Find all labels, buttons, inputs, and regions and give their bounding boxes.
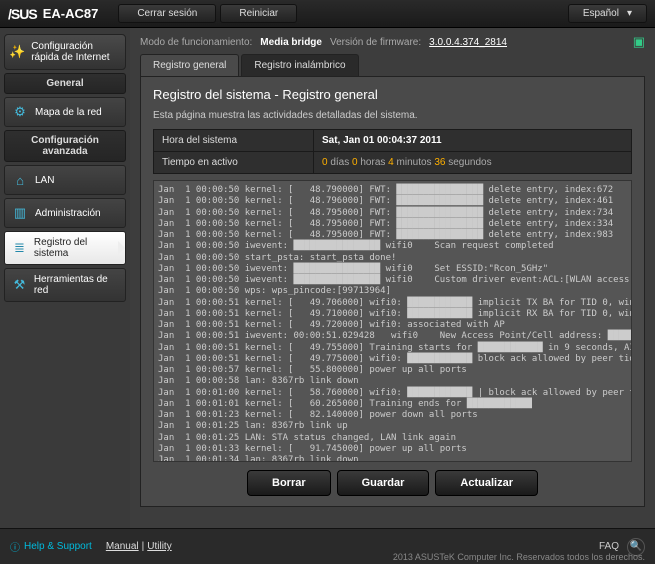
tabs: Registro general Registro inalámbrico [140, 54, 645, 77]
sidebar-item-admin[interactable]: ▥ Administración [4, 198, 126, 228]
model-name: EA-AC87 [43, 6, 99, 21]
sidebar: ✨ Configuración rápida de Internet Gener… [0, 28, 130, 528]
utility-link[interactable]: Utility [147, 541, 171, 552]
network-icon: ⚙ [11, 103, 29, 121]
sidebar-item-networkmap[interactable]: ⚙ Mapa de la red [4, 97, 126, 127]
mode-label: Modo de funcionamiento: [140, 37, 252, 48]
faq-link[interactable]: FAQ [599, 541, 619, 552]
settings-icon[interactable]: ▣ [633, 34, 645, 50]
brand-logo: /SUS [8, 6, 37, 22]
table-row: Hora del sistema Sat, Jan 01 00:04:37 20… [154, 130, 632, 152]
log-icon: ≣ [11, 239, 28, 257]
tab-general-log[interactable]: Registro general [140, 54, 239, 76]
copyright: 2013 ASUSTeK Computer Inc. Reservados to… [393, 552, 645, 562]
log-textarea[interactable]: Jan 1 00:00:50 kernel: [ 48.790000] FWT:… [153, 180, 632, 462]
clear-button[interactable]: Borrar [247, 470, 331, 496]
systime-label: Hora del sistema [154, 130, 314, 152]
section-general: General [4, 73, 126, 94]
section-advanced: Configuración avanzada [4, 130, 126, 162]
table-row: Tiempo en activo 0 días 0 horas 4 minuto… [154, 152, 632, 174]
info-table: Hora del sistema Sat, Jan 01 00:04:37 20… [153, 129, 632, 174]
header: /SUS EA-AC87 Cerrar sesión Reiniciar Esp… [0, 0, 655, 28]
chevron-down-icon: ▾ [627, 8, 632, 19]
help-link[interactable]: Help & Support [24, 541, 92, 552]
wand-icon: ✨ [9, 43, 25, 61]
save-button[interactable]: Guardar [337, 470, 430, 496]
uptime-value: 0 días 0 horas 4 minutos 36 segundos [314, 152, 632, 174]
home-icon: ⌂ [11, 171, 29, 189]
uptime-label: Tiempo en activo [154, 152, 314, 174]
help-icon: ⓘ [10, 539, 20, 554]
language-select[interactable]: Español▾ [568, 4, 647, 23]
logout-button[interactable]: Cerrar sesión [118, 4, 216, 23]
systime-value: Sat, Jan 01 00:04:37 2011 [314, 130, 632, 152]
fw-label: Versión de firmware: [330, 37, 421, 48]
tools-icon: ⚒ [11, 276, 28, 294]
doc-icon: ▥ [11, 204, 29, 222]
manual-link[interactable]: Manual [106, 541, 139, 552]
quick-internet-setup[interactable]: ✨ Configuración rápida de Internet [4, 34, 126, 70]
sidebar-item-lan[interactable]: ⌂ LAN [4, 165, 126, 195]
main-panel: Modo de funcionamiento: Media bridge Ver… [130, 28, 655, 528]
sidebar-item-nettools[interactable]: ⚒ Herramientas de red [4, 268, 126, 302]
page-desc: Esta página muestra las actividades deta… [153, 110, 632, 121]
fw-version[interactable]: 3.0.0.4.374_2814 [429, 37, 507, 48]
refresh-button[interactable]: Actualizar [435, 470, 538, 496]
tab-wireless-log[interactable]: Registro inalámbrico [241, 54, 358, 76]
sidebar-item-syslog[interactable]: ≣ Registro del sistema [4, 231, 126, 265]
page-title: Registro del sistema - Registro general [153, 87, 632, 102]
mode-value: Media bridge [260, 37, 322, 48]
content: Registro del sistema - Registro general … [140, 77, 645, 507]
reboot-button[interactable]: Reiniciar [220, 4, 297, 23]
